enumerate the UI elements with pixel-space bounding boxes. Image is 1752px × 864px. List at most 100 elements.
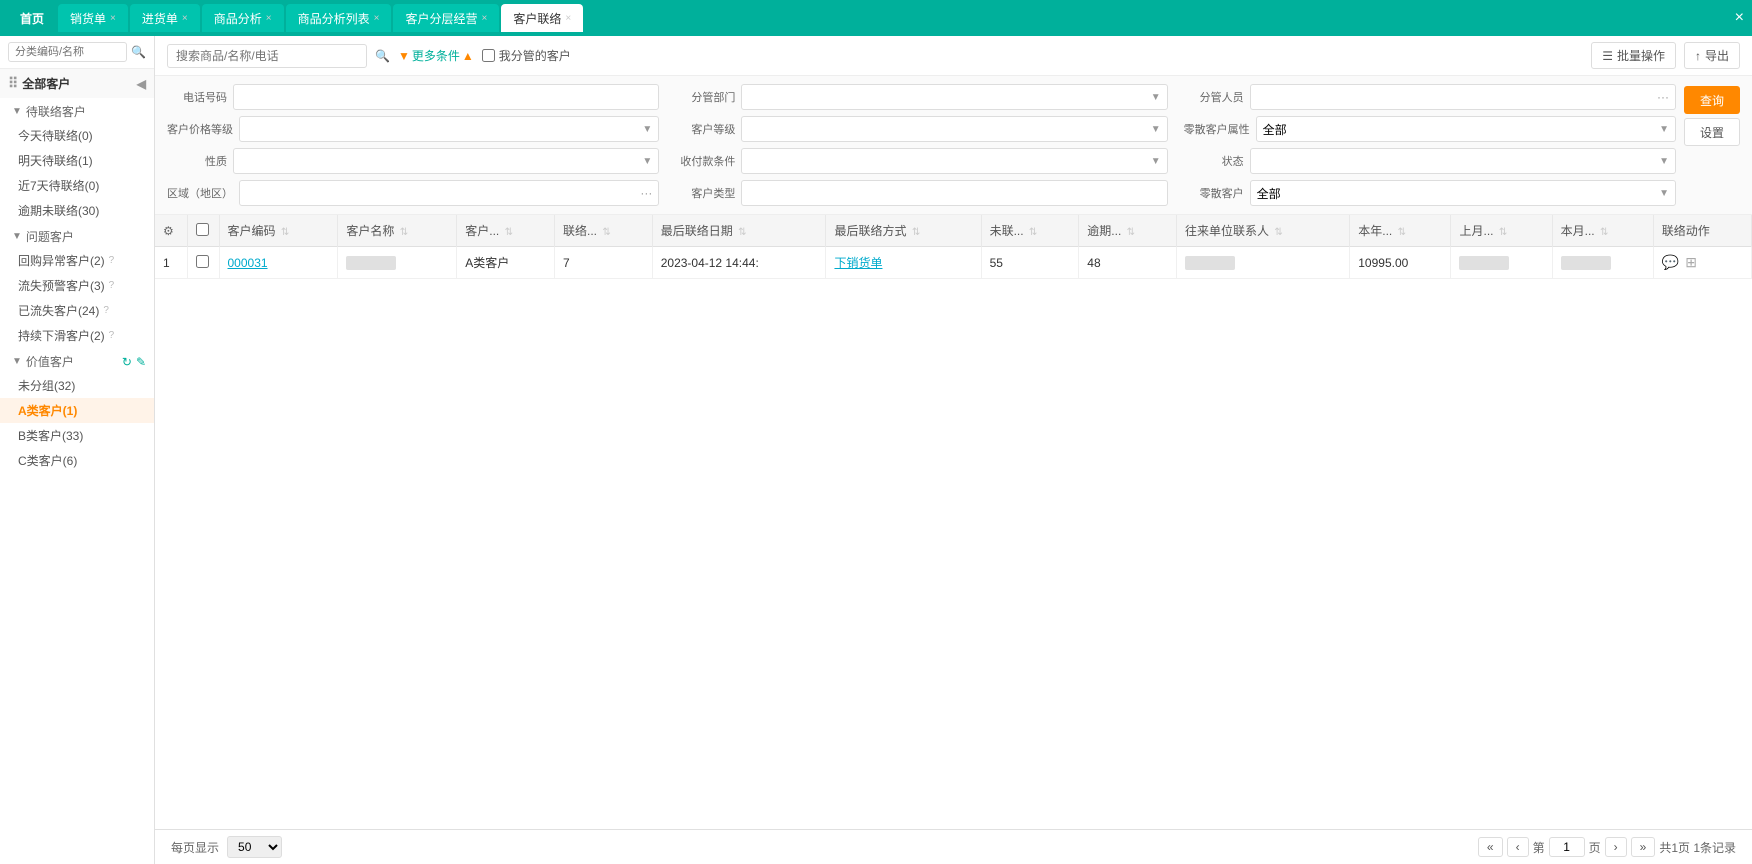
group-pending-contact[interactable]: ▼ 待联络客户 [0, 98, 154, 123]
export-button[interactable]: ↑ 导出 [1684, 42, 1740, 69]
table-settings-icon[interactable]: ⚙ [163, 224, 174, 238]
col-type: 客户... ⇅ [457, 215, 555, 247]
sort-not-contact-icon[interactable]: ⇅ [1029, 227, 1037, 238]
tab-goods-list[interactable]: 商品分析列表 × [286, 4, 392, 32]
question-icon-4[interactable]: ? [109, 330, 115, 341]
region-dots-icon[interactable]: ··· [640, 186, 652, 200]
main-layout: 🔍 ⠿ 全部客户 ◀ ▼ 待联络客户 今天待联络(0) 明天待联络(1) 近7天… [0, 36, 1752, 864]
close-purchase-tab[interactable]: × [182, 13, 188, 24]
nature-select[interactable]: ▼ [233, 148, 659, 174]
tab-customer-contact[interactable]: 客户联络 × [501, 4, 583, 32]
row-this-month [1552, 247, 1653, 279]
sidebar-item-c-class[interactable]: C类客户(6) [0, 448, 154, 473]
select-all-checkbox[interactable] [196, 223, 209, 236]
sidebar-item-a-class[interactable]: A类客户(1) [0, 398, 154, 423]
manager-input[interactable]: ··· [1250, 84, 1676, 110]
tab-customer-tier[interactable]: 客户分层经营 × [393, 4, 499, 32]
qr-action-icon[interactable]: ⊞ [1685, 254, 1697, 271]
group-value-customers[interactable]: ▼ 价值客户 ↻ ✎ [0, 348, 154, 373]
sort-name-icon[interactable]: ⇅ [400, 227, 408, 238]
search-input[interactable] [167, 44, 367, 68]
group-problem-customers[interactable]: ▼ 问题客户 [0, 223, 154, 248]
customer-grade-select[interactable]: ▼ [741, 116, 1167, 142]
close-customer-tier-tab[interactable]: × [481, 13, 487, 24]
tab-sales[interactable]: 销货单 × [58, 4, 128, 32]
sidebar-search-input[interactable] [8, 42, 127, 62]
sort-last-month-icon[interactable]: ⇅ [1499, 227, 1507, 238]
sort-type-icon[interactable]: ⇅ [505, 227, 513, 238]
collapse-sidebar-icon[interactable]: ◀ [137, 77, 146, 91]
search-button[interactable]: 🔍 [375, 49, 390, 63]
question-icon-3[interactable]: ? [103, 305, 109, 316]
payment-select[interactable]: ▼ [741, 148, 1167, 174]
page-size-select[interactable]: 50 100 200 [227, 836, 282, 858]
col-last-date: 最后联络日期 ⇅ [652, 215, 826, 247]
close-window-icon[interactable]: × [1735, 9, 1744, 27]
prev-page-button[interactable]: ‹ [1507, 837, 1529, 857]
retail-attr-arrow: ▼ [1659, 124, 1669, 135]
sidebar-item-churned[interactable]: 已流失客户(24) ? [0, 298, 154, 323]
close-goods-list-tab[interactable]: × [374, 13, 380, 24]
chat-action-icon[interactable]: 💬 [1662, 254, 1679, 271]
triangle-icon: ▼ [12, 106, 22, 117]
sort-code-icon[interactable]: ⇅ [281, 227, 289, 238]
question-icon-2[interactable]: ? [109, 280, 115, 291]
row-index: 1 [155, 247, 187, 279]
page-number-input[interactable] [1549, 837, 1585, 857]
sidebar-item-tomorrow-contact[interactable]: 明天待联络(1) [0, 148, 154, 173]
customer-type-input[interactable] [741, 180, 1167, 206]
sidebar-item-churn-warning[interactable]: 流失预警客户(3) ? [0, 273, 154, 298]
row-code[interactable]: 000031 [219, 247, 338, 279]
my-customers-check[interactable] [482, 49, 495, 62]
col-this-month: 本月... ⇅ [1552, 215, 1653, 247]
sidebar-item-repurchase-abnormal[interactable]: 回购异常客户(2) ? [0, 248, 154, 273]
region-input[interactable]: ··· [239, 180, 659, 206]
batch-op-button[interactable]: ☰ 批量操作 [1591, 42, 1676, 69]
sidebar-item-week-contact[interactable]: 近7天待联络(0) [0, 173, 154, 198]
next-page-button[interactable]: › [1605, 837, 1627, 857]
sidebar-item-unclassified[interactable]: 未分组(32) [0, 373, 154, 398]
sort-company-icon[interactable]: ⇅ [1274, 227, 1282, 238]
price-grade-select[interactable]: ▼ [239, 116, 659, 142]
edit-icon[interactable]: ✎ [136, 355, 146, 369]
question-icon-1[interactable]: ? [109, 255, 115, 266]
query-button[interactable]: 查询 [1684, 86, 1740, 114]
sort-this-month-icon[interactable]: ⇅ [1600, 227, 1608, 238]
col-code: 客户编码 ⇅ [219, 215, 338, 247]
filter-region: 区域（地区） ··· [167, 180, 659, 206]
sort-this-year-icon[interactable]: ⇅ [1398, 227, 1406, 238]
retail-customer-select[interactable]: 全部 ▼ [1250, 180, 1676, 206]
tab-goods-analysis[interactable]: 商品分析 × [202, 4, 284, 32]
sort-overdue-icon[interactable]: ⇅ [1127, 227, 1135, 238]
close-customer-contact-tab[interactable]: × [565, 13, 571, 24]
filter-row-3: 性质 ▼ 收付款条件 ▼ [167, 148, 1676, 174]
phone-input[interactable] [233, 84, 659, 110]
sidebar-item-today-contact[interactable]: 今天待联络(0) [0, 123, 154, 148]
status-select[interactable]: ▼ [1250, 148, 1676, 174]
sort-last-date-icon[interactable]: ⇅ [738, 227, 746, 238]
my-customers-checkbox[interactable]: 我分管的客户 [482, 47, 571, 64]
row-checkbox[interactable] [196, 255, 209, 268]
sidebar-item-b-class[interactable]: B类客户(33) [0, 423, 154, 448]
retail-attr-select[interactable]: 全部 ▼ [1256, 116, 1676, 142]
tab-home[interactable]: 首页 [8, 4, 56, 32]
settings-button[interactable]: 设置 [1684, 118, 1740, 146]
more-filters-btn[interactable]: ▼ 更多条件 ▲ [398, 47, 474, 64]
filter-customer-type: 客户类型 [675, 180, 1167, 206]
close-sales-tab[interactable]: × [110, 13, 116, 24]
pagination-bar: 每页显示 50 100 200 « ‹ 第 页 › » 共1页 1条记录 [155, 829, 1752, 864]
sort-contact-icon[interactable]: ⇅ [602, 227, 610, 238]
last-page-button[interactable]: » [1631, 837, 1656, 857]
sidebar-search-bar: 🔍 [0, 36, 154, 69]
tab-purchase[interactable]: 进货单 × [130, 4, 200, 32]
sidebar-item-overdue-contact[interactable]: 逾期未联络(30) [0, 198, 154, 223]
refresh-icon[interactable]: ↻ [122, 355, 132, 369]
close-goods-analysis-tab[interactable]: × [266, 13, 272, 24]
customer-table: ⚙ 客户编码 ⇅ 客户名称 ⇅ [155, 215, 1752, 279]
sidebar-item-declining[interactable]: 持续下滑客户(2) ? [0, 323, 154, 348]
dept-select[interactable]: ▼ [741, 84, 1167, 110]
sort-last-method-icon[interactable]: ⇅ [912, 227, 920, 238]
sidebar-search-icon[interactable]: 🔍 [131, 45, 146, 59]
manager-dots-icon[interactable]: ··· [1657, 90, 1669, 104]
first-page-button[interactable]: « [1478, 837, 1503, 857]
